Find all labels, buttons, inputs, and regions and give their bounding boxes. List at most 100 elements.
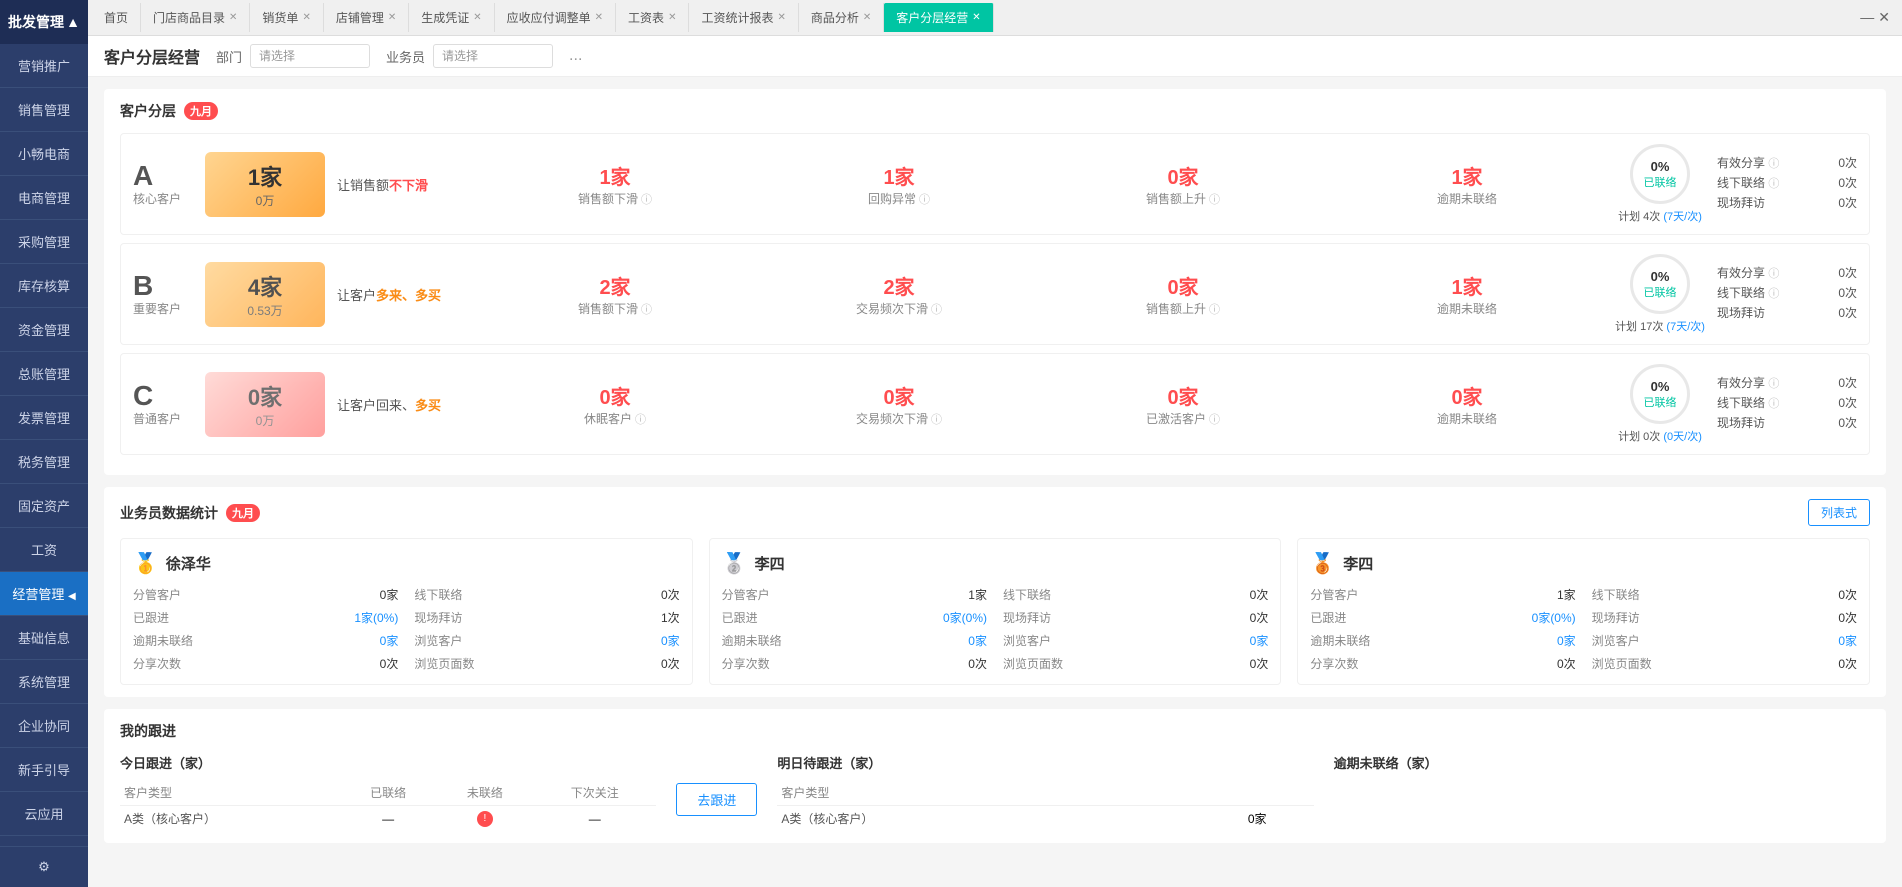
- agent-stat-row: 现场拜访 0次: [1003, 609, 1268, 626]
- tier-a-count-box: 1家 0万: [205, 152, 325, 217]
- page-title: 客户分层经营: [104, 44, 200, 68]
- main-area: 首页 门店商品目录 ✕ 销货单 ✕ 店铺管理 ✕ 生成凭证 ✕ 应收应付调整单 …: [88, 0, 1902, 887]
- info-icon[interactable]: ⓘ: [641, 301, 652, 317]
- info-icon[interactable]: ⓘ: [1768, 398, 1779, 410]
- tier-a-slogan: 让销售额不下滑: [337, 175, 467, 194]
- agent-stat-row: 分管客户 1家: [722, 586, 987, 603]
- tier-b-contact-circle: 0% 已联络 计划 17次 (7天/次): [1615, 254, 1705, 334]
- sidebar-item-sales[interactable]: 销售管理: [0, 88, 88, 132]
- agent-stat-row: 现场拜访 1次: [414, 609, 679, 626]
- info-icon[interactable]: ⓘ: [1768, 178, 1779, 190]
- tab-sales-order[interactable]: 销货单 ✕: [250, 3, 323, 32]
- sidebar-item-collab[interactable]: 企业协同: [0, 704, 88, 748]
- tab-home[interactable]: 首页: [92, 3, 141, 32]
- agent-select[interactable]: 请选择: [433, 44, 553, 68]
- tier-c-label: C 普通客户: [133, 382, 193, 427]
- close-icon[interactable]: ✕: [777, 12, 785, 23]
- agent-card-3: 🥉 李四 分管客户 1家 线下联络 0次 已跟进: [1297, 538, 1870, 685]
- sidebar-item-invoice[interactable]: 发票管理: [0, 396, 88, 440]
- days-link[interactable]: (0天/次): [1663, 431, 1702, 443]
- agent-card-2: 🥈 李四 分管客户 1家 线下联络 0次 已跟进: [709, 538, 1282, 685]
- tab-payroll[interactable]: 工资表 ✕: [616, 3, 689, 32]
- tier-c-stat-1: 0家 休眠客户 ⓘ: [479, 381, 751, 427]
- dept-select[interactable]: 请选择: [250, 44, 370, 68]
- list-view-button[interactable]: 列表式: [1808, 499, 1870, 526]
- bronze-medal-icon: 🥉: [1310, 551, 1335, 576]
- tab-payroll-report[interactable]: 工资统计报表 ✕: [689, 3, 798, 32]
- sidebar-item-ledger[interactable]: 总账管理: [0, 352, 88, 396]
- close-icon[interactable]: ✕: [595, 12, 603, 23]
- close-icon[interactable]: ✕: [972, 12, 980, 23]
- followup-btn-col: 去跟进: [676, 753, 757, 816]
- tab-customer-tier[interactable]: 客户分层经营 ✕: [884, 3, 993, 32]
- sidebar-item-cloud[interactable]: 云应用: [0, 792, 88, 836]
- info-icon[interactable]: ⓘ: [931, 301, 942, 317]
- info-icon[interactable]: ⓘ: [635, 411, 646, 427]
- tab-store-mgmt[interactable]: 店铺管理 ✕: [324, 3, 409, 32]
- settings-icon: ⚙: [38, 859, 50, 874]
- more-button[interactable]: ...: [569, 47, 582, 65]
- goto-followup-button[interactable]: 去跟进: [676, 783, 757, 816]
- followup-title: 我的跟进: [120, 721, 1870, 741]
- content-area: 客户分层 九月 A 核心客户 1家 0万 让销售额不下滑 1家 销售额下滑: [88, 77, 1902, 887]
- tier-b-side-stats: 有效分享 ⓘ 0次 线下联络 ⓘ 0次 现场拜访 0次: [1717, 264, 1857, 324]
- today-followup-table: 客户类型 已联络 未联络 下次关注 A类（核心客户） —: [120, 780, 656, 831]
- info-icon[interactable]: ⓘ: [919, 191, 930, 207]
- tab-generate-voucher[interactable]: 生成凭证 ✕: [409, 3, 494, 32]
- days-link[interactable]: (7天/次): [1663, 211, 1702, 223]
- sidebar-settings[interactable]: ⚙: [0, 846, 88, 887]
- sidebar-item-management[interactable]: 经营管理 ◀: [0, 572, 88, 616]
- sidebar-item-purchase[interactable]: 采购管理: [0, 220, 88, 264]
- sidebar-item-assets[interactable]: 固定资产: [0, 484, 88, 528]
- agent-grid: 🥇 徐泽华 分管客户 0家 线下联络 0次 已跟进: [120, 538, 1870, 685]
- page-header: 客户分层经营 部门 请选择 业务员 请选择 ...: [88, 36, 1902, 77]
- tier-c-stat-4: 0家 逾期未联络: [1331, 381, 1603, 427]
- biz-section-title: 业务员数据统计 九月: [120, 503, 260, 523]
- sidebar-item-inventory[interactable]: 库存核算: [0, 264, 88, 308]
- info-icon[interactable]: ⓘ: [1768, 288, 1779, 300]
- tab-close-controls: — ✕: [1860, 9, 1898, 26]
- agent-stat-row: 线下联络 0次: [1592, 586, 1857, 603]
- sidebar-item-marketing[interactable]: 营销推广: [0, 44, 88, 88]
- close-icon[interactable]: ✕: [668, 12, 676, 23]
- info-icon[interactable]: ⓘ: [641, 191, 652, 207]
- customer-tier-title: 客户分层 九月: [120, 101, 1870, 121]
- close-icon[interactable]: ✕: [388, 12, 396, 23]
- info-icon[interactable]: ⓘ: [931, 411, 942, 427]
- agent-stat-row: 分管客户 1家: [1310, 586, 1575, 603]
- tab-product-analysis[interactable]: 商品分析 ✕: [799, 3, 884, 32]
- sidebar-item-guide[interactable]: 新手引导: [0, 748, 88, 792]
- sidebar-item-system[interactable]: 系统管理: [0, 660, 88, 704]
- minimize-icon[interactable]: —: [1860, 9, 1874, 26]
- info-icon[interactable]: ⓘ: [1768, 158, 1779, 170]
- tier-a-stat-4: 1家 逾期未联络: [1331, 161, 1603, 207]
- tab-ar-ap-adjust[interactable]: 应收应付调整单 ✕: [495, 3, 616, 32]
- close-icon[interactable]: ✕: [229, 12, 237, 23]
- table-header-row: 客户类型 已联络 未联络 下次关注: [120, 780, 656, 806]
- info-icon[interactable]: ⓘ: [1209, 411, 1220, 427]
- agent-stat-row: 现场拜访 0次: [1592, 609, 1857, 626]
- info-icon[interactable]: ⓘ: [1209, 301, 1220, 317]
- info-icon[interactable]: ⓘ: [1768, 378, 1779, 390]
- sidebar-item-tax[interactable]: 税务管理: [0, 440, 88, 484]
- agent-stat-row: 已跟进 0家(0%): [1310, 609, 1575, 626]
- dept-label: 部门: [216, 47, 242, 66]
- overdue-col: 逾期未联络（家）: [1334, 753, 1870, 780]
- sidebar-header[interactable]: 批发管理 ▲: [0, 0, 88, 44]
- close-icon[interactable]: ✕: [473, 12, 481, 23]
- tier-a-side-stats: 有效分享 ⓘ 0次 线下联络 ⓘ 0次 现场拜访 0次: [1717, 154, 1857, 214]
- days-link[interactable]: (7天/次): [1666, 321, 1705, 333]
- sidebar-item-ecommerce-small[interactable]: 小畅电商: [0, 132, 88, 176]
- sidebar-item-finance[interactable]: 资金管理: [0, 308, 88, 352]
- sidebar-item-payroll[interactable]: 工资: [0, 528, 88, 572]
- info-icon[interactable]: ⓘ: [1209, 191, 1220, 207]
- sidebar-item-ecommerce[interactable]: 电商管理: [0, 176, 88, 220]
- agent-stat-row: 逾期未联络 0家: [133, 632, 398, 649]
- sidebar-item-basic-info[interactable]: 基础信息: [0, 616, 88, 660]
- close-icon[interactable]: ✕: [863, 12, 871, 23]
- close-window-icon[interactable]: ✕: [1878, 9, 1890, 26]
- silver-medal-icon: 🥈: [722, 551, 747, 576]
- tab-store-catalog[interactable]: 门店商品目录 ✕: [141, 3, 250, 32]
- close-icon[interactable]: ✕: [302, 12, 310, 23]
- info-icon[interactable]: ⓘ: [1768, 268, 1779, 280]
